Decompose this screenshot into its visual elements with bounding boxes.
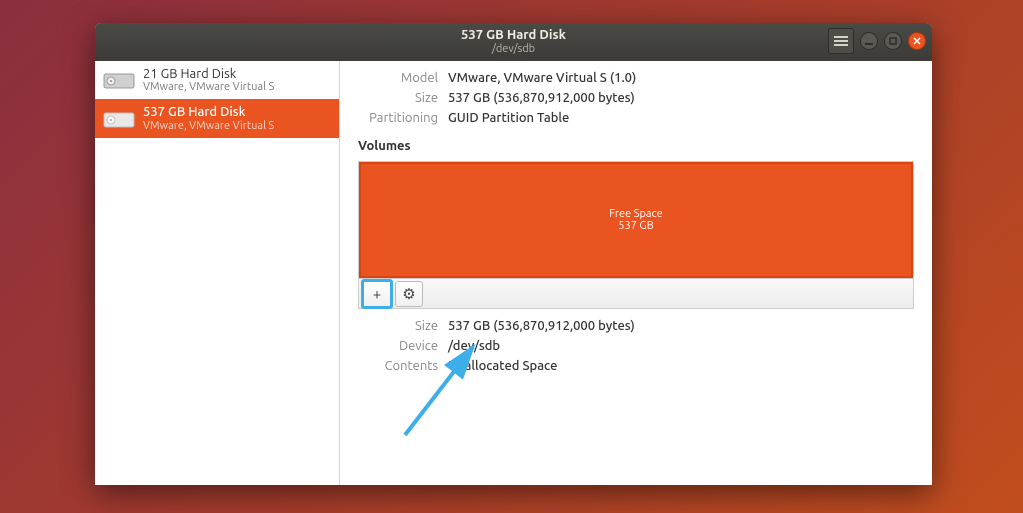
size-label: Size [358,91,448,105]
minimize-button[interactable] [860,32,878,50]
hard-disk-icon [103,107,135,131]
window-title-block: 537 GB Hard Disk /dev/sdb [461,28,566,57]
vol-device-value: /dev/sdb [448,339,500,353]
titlebar: 537 GB Hard Disk /dev/sdb [95,23,932,61]
size-value: 537 GB (536,870,912,000 bytes) [448,91,635,105]
volume-settings-button[interactable]: ⚙ [395,281,423,307]
sidebar-item-text: 537 GB Hard Disk VMware, VMware Virtual … [143,105,274,131]
window-body: 21 GB Hard Disk VMware, VMware Virtual S… [95,61,932,485]
titlebar-controls [828,28,926,54]
disk-sidebar: 21 GB Hard Disk VMware, VMware Virtual S… [95,61,340,485]
volume-segment-size: 537 GB [618,220,653,232]
hard-disk-icon [103,68,135,92]
volume-diagram: Free Space 537 GB + ⚙ [358,161,914,309]
vol-info-row-device: Device /dev/sdb [358,339,914,353]
sidebar-item-disk-1[interactable]: 537 GB Hard Disk VMware, VMware Virtual … [95,99,339,137]
volume-toolbar: + ⚙ [359,278,913,308]
info-row-partitioning: Partitioning GUID Partition Table [358,111,914,125]
close-button[interactable] [908,32,926,50]
sidebar-item-title: 21 GB Hard Disk [143,67,274,81]
window-title: 537 GB Hard Disk [461,28,566,44]
vol-device-label: Device [358,339,448,353]
plus-icon: + [373,285,381,302]
model-label: Model [358,71,448,85]
sidebar-item-text: 21 GB Hard Disk VMware, VMware Virtual S [143,67,274,93]
vol-contents-label: Contents [358,359,448,373]
model-value: VMware, VMware Virtual S (1.0) [448,71,636,85]
vol-contents-value: Unallocated Space [448,359,557,373]
vol-size-value: 537 GB (536,870,912,000 bytes) [448,319,635,333]
main-panel: Model VMware, VMware Virtual S (1.0) Siz… [340,61,932,485]
vol-info-row-size: Size 537 GB (536,870,912,000 bytes) [358,319,914,333]
hamburger-menu-button[interactable] [828,28,854,54]
volume-segment-free-space[interactable]: Free Space 537 GB [359,162,913,278]
info-row-model: Model VMware, VMware Virtual S (1.0) [358,71,914,85]
sidebar-item-subtitle: VMware, VMware Virtual S [143,81,274,93]
gear-icon: ⚙ [402,285,415,303]
volumes-heading: Volumes [358,139,914,153]
add-partition-button[interactable]: + [361,279,393,309]
vol-info-row-contents: Contents Unallocated Space [358,359,914,373]
partitioning-label: Partitioning [358,111,448,125]
sidebar-item-title: 537 GB Hard Disk [143,105,274,119]
partitioning-value: GUID Partition Table [448,111,569,125]
volume-segment-title: Free Space [609,208,662,220]
window-subtitle: /dev/sdb [461,43,566,56]
maximize-button[interactable] [884,32,902,50]
sidebar-item-disk-0[interactable]: 21 GB Hard Disk VMware, VMware Virtual S [95,61,339,99]
sidebar-item-subtitle: VMware, VMware Virtual S [143,120,274,132]
vol-size-label: Size [358,319,448,333]
volume-info: Size 537 GB (536,870,912,000 bytes) Devi… [358,319,914,373]
disks-window: 537 GB Hard Disk /dev/sdb 21 GB Hard Dis [95,23,932,485]
info-row-size: Size 537 GB (536,870,912,000 bytes) [358,91,914,105]
